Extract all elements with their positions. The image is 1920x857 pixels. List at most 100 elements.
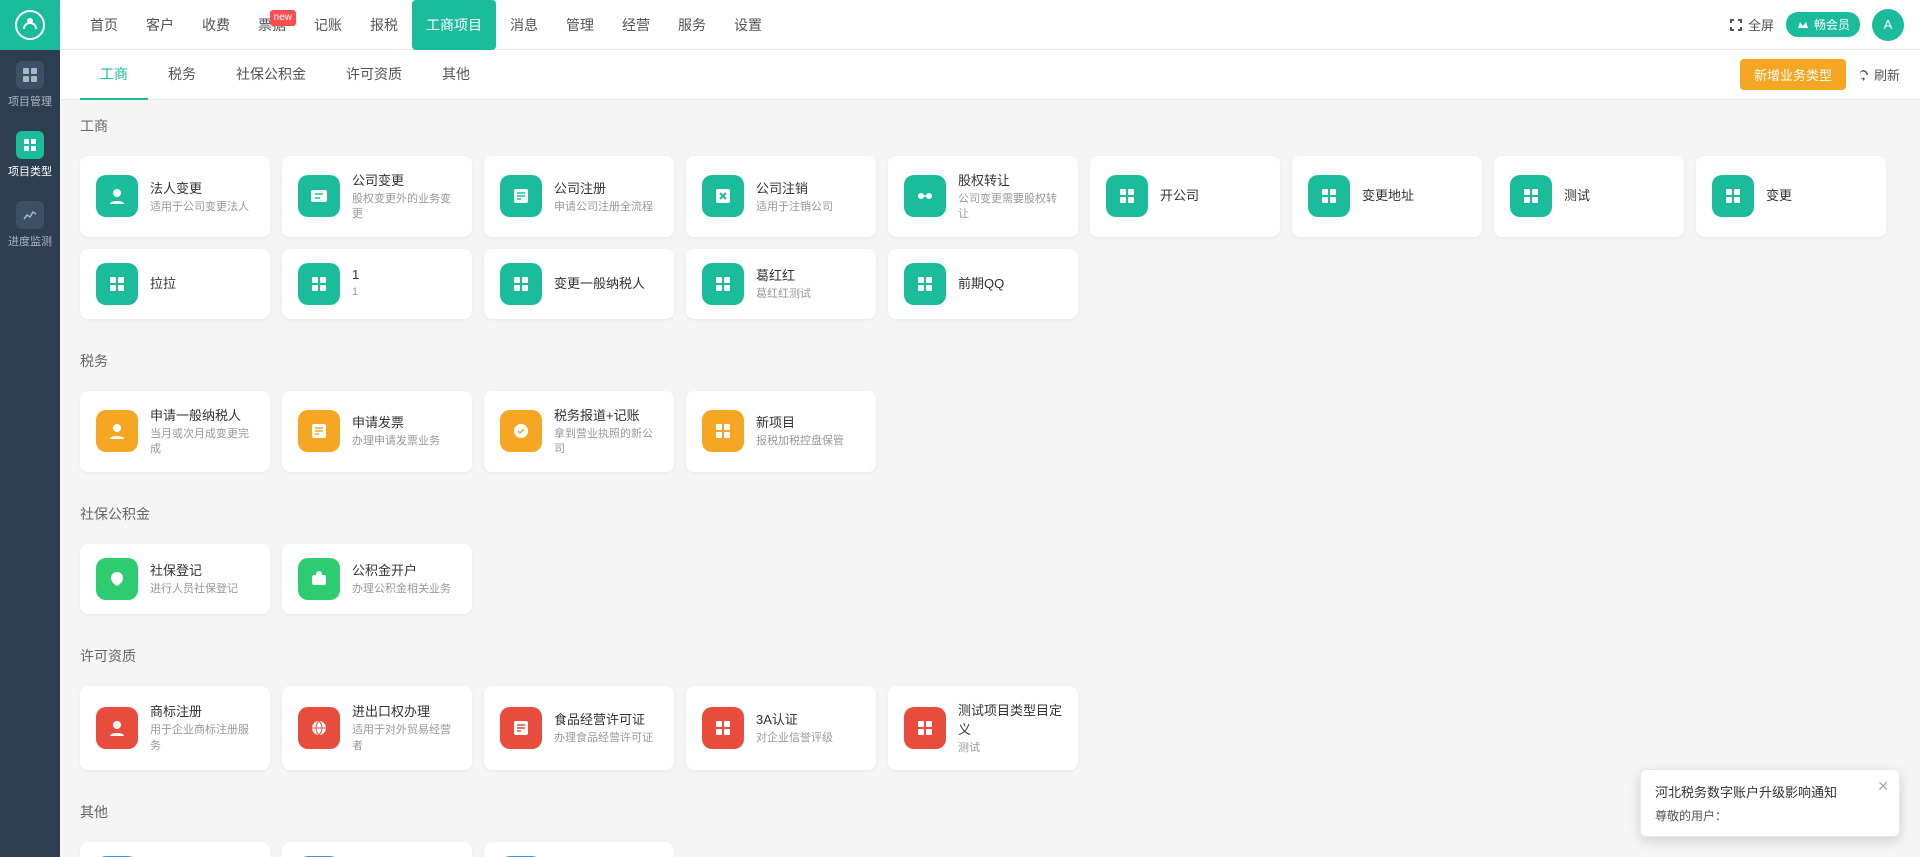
card-one[interactable]: 1 1 bbox=[282, 249, 472, 319]
card-ge-honghong[interactable]: 葛红红 葛红红测试 bbox=[686, 249, 876, 319]
nav-home[interactable]: 首页 bbox=[76, 0, 132, 50]
card-tax-report-accounting[interactable]: 税务报道+记账 拿到营业执照的新公司 bbox=[484, 391, 674, 472]
nav-client[interactable]: 客户 bbox=[132, 0, 188, 50]
tab-other[interactable]: 其他 bbox=[422, 50, 490, 100]
social-register-text: 社保登记 进行人员社保登记 bbox=[150, 560, 254, 597]
company-change-title: 公司变更 bbox=[352, 170, 456, 189]
card-apply-general-taxpayer[interactable]: 申请一般纳税人 当月或次月成变更完成 bbox=[80, 391, 270, 472]
new-project-desc: 报税加税控盘保管 bbox=[756, 434, 860, 449]
nav-ticket[interactable]: 票据 new bbox=[244, 0, 300, 50]
tax-report-accounting-icon bbox=[500, 410, 542, 452]
section-social-fund: 社保公积金 bbox=[60, 488, 1920, 544]
tab-tax[interactable]: 税务 bbox=[148, 50, 216, 100]
card-equity-transfer[interactable]: 股权转让 公司变更需要股权转让 bbox=[888, 156, 1078, 237]
card-fund-open[interactable]: 公积金开户 办理公积金相关业务 bbox=[282, 544, 472, 614]
one-icon bbox=[298, 263, 340, 305]
trademark-desc: 用于企业商标注册服务 bbox=[150, 723, 254, 754]
card-import-export[interactable]: 进出口权办理 适用于对外贸易经营者 bbox=[282, 686, 472, 770]
company-cancel-icon bbox=[702, 175, 744, 217]
import-export-text: 进出口权办理 适用于对外贸易经营者 bbox=[352, 701, 456, 754]
open-company-title: 开公司 bbox=[1160, 185, 1264, 204]
lala-title: 拉拉 bbox=[150, 273, 254, 292]
apply-general-taxpayer-desc: 当月或次月成变更完成 bbox=[150, 427, 254, 458]
section-tax-title: 税务 bbox=[80, 351, 1900, 371]
card-haha[interactable]: 哈哈 bbox=[80, 842, 270, 857]
legal-change-desc: 适用于公司变更法人 bbox=[150, 200, 254, 215]
change-address-title: 变更地址 bbox=[1362, 185, 1466, 204]
nav-service[interactable]: 服务 bbox=[664, 0, 720, 50]
card-open-company[interactable]: 开公司 bbox=[1090, 156, 1280, 237]
card-change-address[interactable]: 变更地址 bbox=[1292, 156, 1482, 237]
topnav: 首页 客户 收费 票据 new 记账 报税 工商项目 消息 管理 经营 服务 设… bbox=[60, 0, 1920, 50]
trademark-icon bbox=[96, 707, 138, 749]
fullscreen-btn[interactable]: 全屏 bbox=[1728, 15, 1774, 34]
card-company-change[interactable]: 公司变更 股权变更外的业务变更 bbox=[282, 156, 472, 237]
one-desc: 1 bbox=[352, 285, 456, 300]
nav-operation[interactable]: 经营 bbox=[608, 0, 664, 50]
nav-settings[interactable]: 设置 bbox=[720, 0, 776, 50]
company-register-desc: 申请公司注册全流程 bbox=[554, 200, 658, 215]
card-apply-invoice[interactable]: 申请发票 办理申请发票业务 bbox=[282, 391, 472, 472]
sidebar-item-project-type[interactable]: 项目类型 bbox=[0, 120, 60, 190]
nav-tax[interactable]: 报税 bbox=[356, 0, 412, 50]
nav-management[interactable]: 管理 bbox=[552, 0, 608, 50]
tab-list: 工商 税务 社保公积金 许可资质 其他 bbox=[80, 50, 490, 99]
card-3a-cert[interactable]: 3A认证 对企业信誉评级 bbox=[686, 686, 876, 770]
test-title: 测试 bbox=[1564, 185, 1668, 204]
content-area: 工商 税务 社保公积金 许可资质 其他 新增业务类型 刷新 工商 bbox=[60, 50, 1920, 857]
section-other-title: 其他 bbox=[80, 802, 1900, 822]
legal-change-text: 法人变更 适用于公司变更法人 bbox=[150, 178, 254, 215]
3a-cert-icon bbox=[702, 707, 744, 749]
card-company-cancel[interactable]: 公司注销 适用于注销公司 bbox=[686, 156, 876, 237]
equity-transfer-text: 股权转让 公司变更需要股权转让 bbox=[958, 170, 1062, 223]
company-change-icon bbox=[298, 175, 340, 217]
test-project-type-desc: 测试 bbox=[958, 741, 1062, 756]
new-type-button[interactable]: 新增业务类型 bbox=[1740, 59, 1846, 90]
section-license-title: 许可资质 bbox=[80, 646, 1900, 666]
ticket-badge: new bbox=[270, 10, 296, 26]
card-change-taxpayer[interactable]: 变更一般纳税人 bbox=[484, 249, 674, 319]
card-lala[interactable]: 拉拉 bbox=[80, 249, 270, 319]
3a-cert-text: 3A认证 对企业信誉评级 bbox=[756, 709, 860, 746]
company-cancel-title: 公司注销 bbox=[756, 178, 860, 197]
sidebar-item-project-mgmt[interactable]: 项目管理 bbox=[0, 50, 60, 120]
card-qianqi-qq[interactable]: 前期QQ bbox=[888, 249, 1078, 319]
card-legal-change[interactable]: 法人变更 适用于公司变更法人 bbox=[80, 156, 270, 237]
food-license-desc: 办理食品经营许可证 bbox=[554, 731, 658, 746]
card-test[interactable]: 测试 bbox=[1494, 156, 1684, 237]
lala-icon bbox=[96, 263, 138, 305]
import-export-desc: 适用于对外贸易经营者 bbox=[352, 723, 456, 754]
change-address-text: 变更地址 bbox=[1362, 185, 1466, 207]
tab-industry[interactable]: 工商 bbox=[80, 50, 148, 100]
nav-accounting[interactable]: 记账 bbox=[300, 0, 356, 50]
sidebar-logo[interactable] bbox=[0, 0, 60, 50]
fund-open-icon bbox=[298, 558, 340, 600]
card-company-register[interactable]: 公司注册 申请公司注册全流程 bbox=[484, 156, 674, 237]
vip-btn[interactable]: 畅会员 bbox=[1786, 12, 1860, 37]
test-project-type-icon bbox=[904, 707, 946, 749]
card-new-project[interactable]: 新项目 报税加税控盘保管 bbox=[686, 391, 876, 472]
tab-license[interactable]: 许可资质 bbox=[326, 50, 422, 100]
fund-open-title: 公积金开户 bbox=[352, 560, 456, 579]
nav-message[interactable]: 消息 bbox=[496, 0, 552, 50]
notification-close-btn[interactable]: ✕ bbox=[1877, 778, 1889, 795]
apply-general-taxpayer-title: 申请一般纳税人 bbox=[150, 405, 254, 424]
card-trademark[interactable]: 商标注册 用于企业商标注册服务 bbox=[80, 686, 270, 770]
card-twenty-one[interactable]: 21 1 bbox=[484, 842, 674, 857]
card-change[interactable]: 变更 bbox=[1696, 156, 1886, 237]
sidebar-item-progress-monitor[interactable]: 进度监测 bbox=[0, 190, 60, 260]
section-tax: 税务 bbox=[60, 335, 1920, 391]
card-test-project-type[interactable]: 测试项目类型目定义 测试 bbox=[888, 686, 1078, 770]
refresh-button[interactable]: 刷新 bbox=[1856, 65, 1900, 84]
tab-social-fund[interactable]: 社保公积金 bbox=[216, 50, 326, 100]
apply-invoice-text: 申请发票 办理申请发票业务 bbox=[352, 412, 456, 449]
nav-billing[interactable]: 收费 bbox=[188, 0, 244, 50]
card-liu-cou-test[interactable]: 刘聪测试 测试 bbox=[282, 842, 472, 857]
card-social-register[interactable]: 社保登记 进行人员社保登记 bbox=[80, 544, 270, 614]
section-social-fund-title: 社保公积金 bbox=[80, 504, 1900, 524]
tax-cards-grid: 申请一般纳税人 当月或次月成变更完成 申请发票 办理申请发票业务 税务报道+ bbox=[60, 391, 1920, 488]
card-food-license[interactable]: 食品经营许可证 办理食品经营许可证 bbox=[484, 686, 674, 770]
qianqi-qq-text: 前期QQ bbox=[958, 273, 1062, 295]
nav-industrial[interactable]: 工商项目 bbox=[412, 0, 496, 50]
user-avatar[interactable]: A bbox=[1872, 9, 1904, 41]
